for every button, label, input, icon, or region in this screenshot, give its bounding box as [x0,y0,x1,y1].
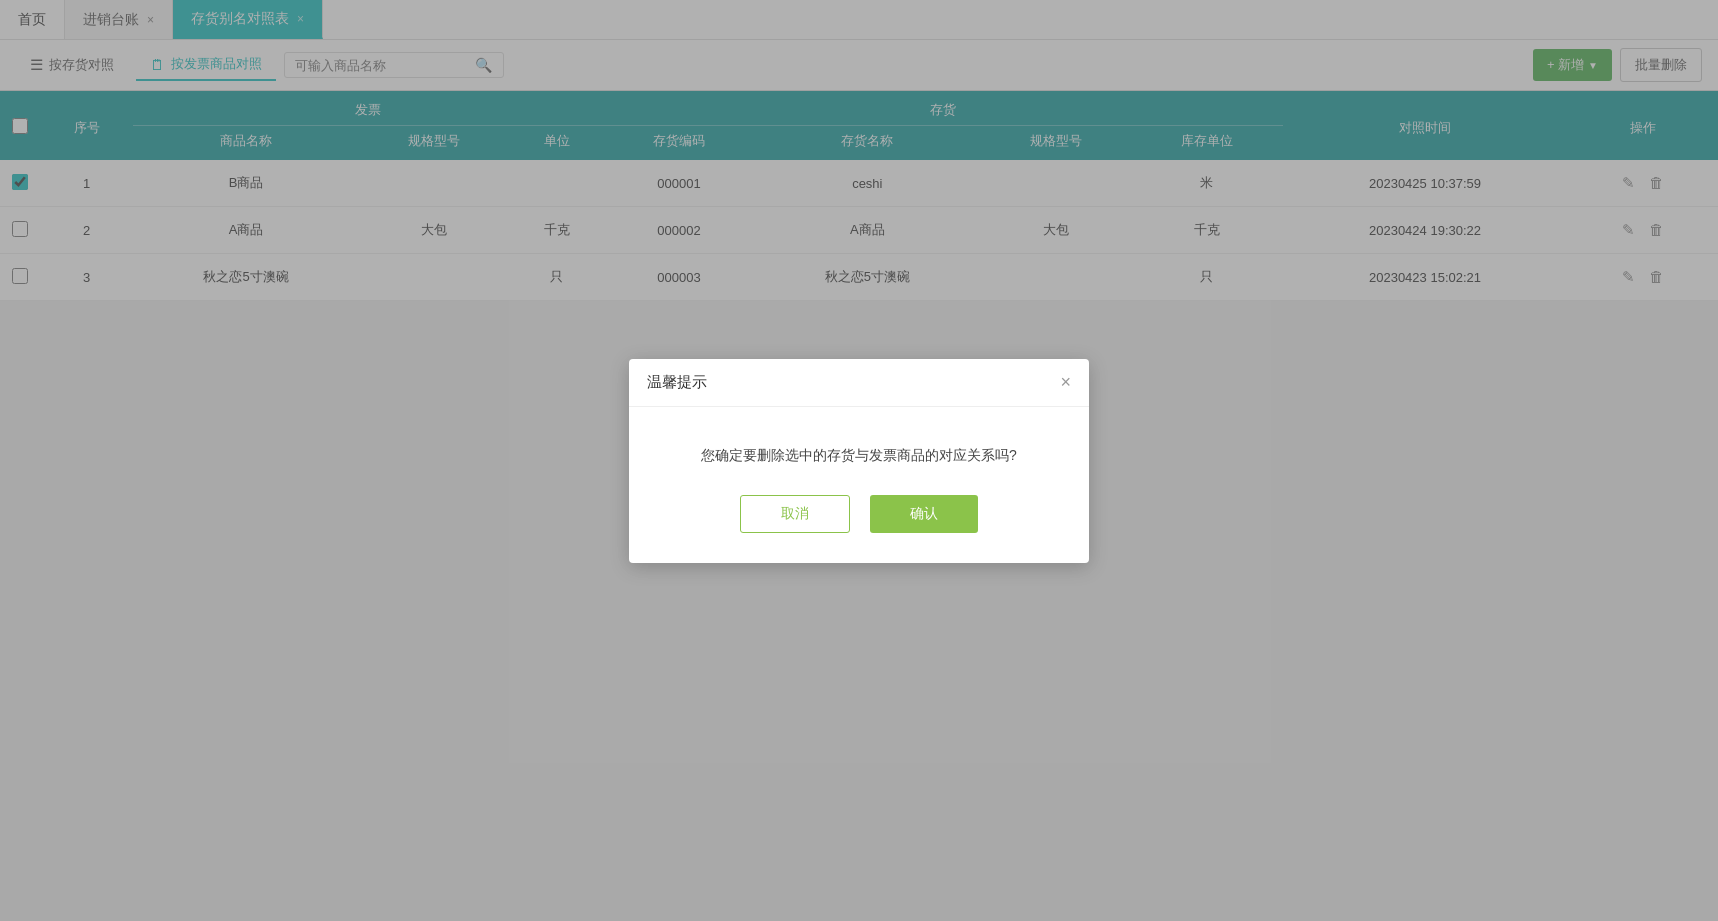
dialog-overlay: 温馨提示 × 您确定要删除选中的存货与发票商品的对应关系吗? 取消 确认 [0,0,1718,301]
